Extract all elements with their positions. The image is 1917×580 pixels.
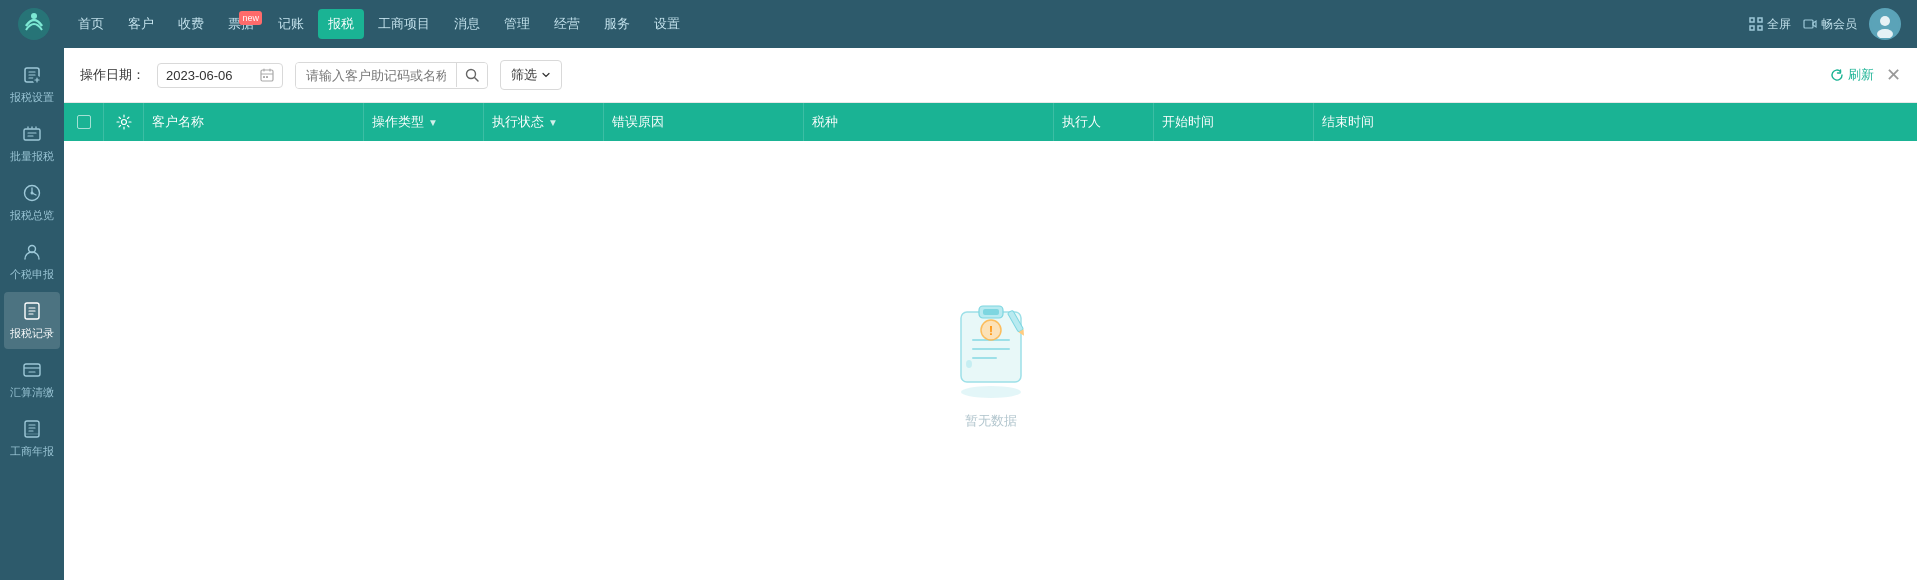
nav-item-accounting[interactable]: 记账 <box>268 9 314 39</box>
svg-rect-18 <box>25 421 39 437</box>
svg-point-25 <box>961 386 1021 398</box>
settings-icon <box>116 114 132 130</box>
top-nav-right: 全屏 畅会员 <box>1749 8 1901 40</box>
close-button[interactable]: ✕ <box>1886 66 1901 84</box>
fullscreen-btn[interactable]: 全屏 <box>1749 16 1791 33</box>
sidebar-item-settlement[interactable]: 汇算清缴 <box>4 351 60 408</box>
nav-items: 首页 客户 收费 票据 new 记账 报税 工商项目 消息 管理 经营 服务 设… <box>68 9 1749 39</box>
nav-item-service[interactable]: 服务 <box>594 9 640 39</box>
toolbar: 操作日期： <box>64 48 1917 103</box>
th-client-name: 客户名称 <box>144 103 364 141</box>
sidebar-item-tax-settings[interactable]: 报税设置 <box>4 56 60 113</box>
logo[interactable] <box>16 6 52 42</box>
sidebar: 报税设置 批量报税 报税总览 <box>0 48 64 580</box>
refresh-icon <box>1830 68 1844 82</box>
sidebar-item-personal-tax[interactable]: 个税申报 <box>4 233 60 290</box>
nav-item-operation[interactable]: 经营 <box>544 9 590 39</box>
svg-point-8 <box>1880 16 1890 26</box>
th-exec-status[interactable]: 执行状态 ▼ <box>484 103 604 141</box>
nav-item-tax[interactable]: 报税 <box>318 9 364 39</box>
date-picker[interactable] <box>157 63 283 88</box>
svg-rect-5 <box>1758 26 1762 30</box>
th-end-time: 结束时间 <box>1314 103 1454 141</box>
nav-item-home[interactable]: 首页 <box>68 9 114 39</box>
svg-rect-20 <box>263 76 265 78</box>
table-container: 客户名称 操作类型 ▼ 执行状态 ▼ 错误原因 税种 执行人 <box>64 103 1917 580</box>
sidebar-item-batch-tax[interactable]: 批量报税 <box>4 115 60 172</box>
th-error-reason: 错误原因 <box>604 103 804 141</box>
personal-tax-icon <box>21 241 43 263</box>
svg-text:!: ! <box>989 324 993 338</box>
svg-rect-3 <box>1758 18 1762 22</box>
nav-item-settings[interactable]: 设置 <box>644 9 690 39</box>
svg-rect-17 <box>24 364 40 376</box>
header-checkbox[interactable] <box>77 115 91 129</box>
sort-icon-exec-status: ▼ <box>548 117 558 128</box>
batch-tax-icon <box>21 123 43 145</box>
th-op-type[interactable]: 操作类型 ▼ <box>364 103 484 141</box>
empty-text: 暂无数据 <box>965 412 1017 430</box>
th-start-time: 开始时间 <box>1154 103 1314 141</box>
toolbar-right: 刷新 ✕ <box>1830 66 1901 84</box>
svg-point-1 <box>31 13 37 19</box>
nav-item-ticket[interactable]: 票据 new <box>218 9 264 39</box>
main-layout: 报税设置 批量报税 报税总览 <box>0 48 1917 580</box>
filter-button[interactable]: 筛选 <box>500 60 562 90</box>
chevron-down-icon <box>541 70 551 80</box>
th-checkbox[interactable] <box>64 103 104 141</box>
date-label: 操作日期： <box>80 66 145 84</box>
nav-item-fee[interactable]: 收费 <box>168 9 214 39</box>
svg-rect-4 <box>1750 26 1754 30</box>
video-icon <box>1803 17 1817 31</box>
sort-icon-op-type: ▼ <box>428 117 438 128</box>
search-wrap <box>295 62 488 89</box>
empty-image: ! <box>941 292 1041 402</box>
svg-rect-2 <box>1750 18 1754 22</box>
nav-item-industry[interactable]: 工商项目 <box>368 9 440 39</box>
calendar-icon <box>260 68 274 82</box>
nav-item-manage[interactable]: 管理 <box>494 9 540 39</box>
search-input[interactable] <box>296 63 456 88</box>
svg-point-36 <box>966 360 972 368</box>
user-avatar[interactable] <box>1869 8 1901 40</box>
svg-point-14 <box>31 192 34 195</box>
svg-rect-12 <box>24 129 40 140</box>
tax-settings-icon <box>21 64 43 86</box>
annual-report-icon <box>21 418 43 440</box>
search-button[interactable] <box>456 63 487 87</box>
th-tax-type: 税种 <box>804 103 1054 141</box>
avatar-icon <box>1871 10 1899 38</box>
svg-rect-6 <box>1804 20 1813 28</box>
svg-line-23 <box>475 78 479 82</box>
svg-rect-28 <box>983 309 999 315</box>
new-badge: new <box>239 11 262 25</box>
top-navigation: 首页 客户 收费 票据 new 记账 报税 工商项目 消息 管理 经营 服务 设… <box>0 0 1917 48</box>
sidebar-item-tax-record[interactable]: 报税记录 <box>4 292 60 349</box>
svg-rect-19 <box>261 70 273 81</box>
sidebar-item-annual-report[interactable]: 工商年报 <box>4 410 60 467</box>
member-btn[interactable]: 畅会员 <box>1803 16 1857 33</box>
date-input[interactable] <box>166 68 254 83</box>
th-settings[interactable] <box>104 103 144 141</box>
table-header: 客户名称 操作类型 ▼ 执行状态 ▼ 错误原因 税种 执行人 <box>64 103 1917 141</box>
content-area: 操作日期： <box>64 48 1917 580</box>
svg-point-24 <box>121 120 126 125</box>
sidebar-item-tax-overview[interactable]: 报税总览 <box>4 174 60 231</box>
settlement-icon <box>21 359 43 381</box>
th-executor: 执行人 <box>1054 103 1154 141</box>
search-icon <box>465 68 479 82</box>
tax-record-icon <box>21 300 43 322</box>
empty-illustration: ! 暂无数据 <box>941 292 1041 430</box>
nav-item-client[interactable]: 客户 <box>118 9 164 39</box>
fullscreen-icon <box>1749 17 1763 31</box>
nav-item-message[interactable]: 消息 <box>444 9 490 39</box>
tax-overview-icon <box>21 182 43 204</box>
table-body: ! 暂无数据 <box>64 141 1917 580</box>
refresh-button[interactable]: 刷新 <box>1830 66 1874 84</box>
svg-rect-21 <box>266 76 268 78</box>
